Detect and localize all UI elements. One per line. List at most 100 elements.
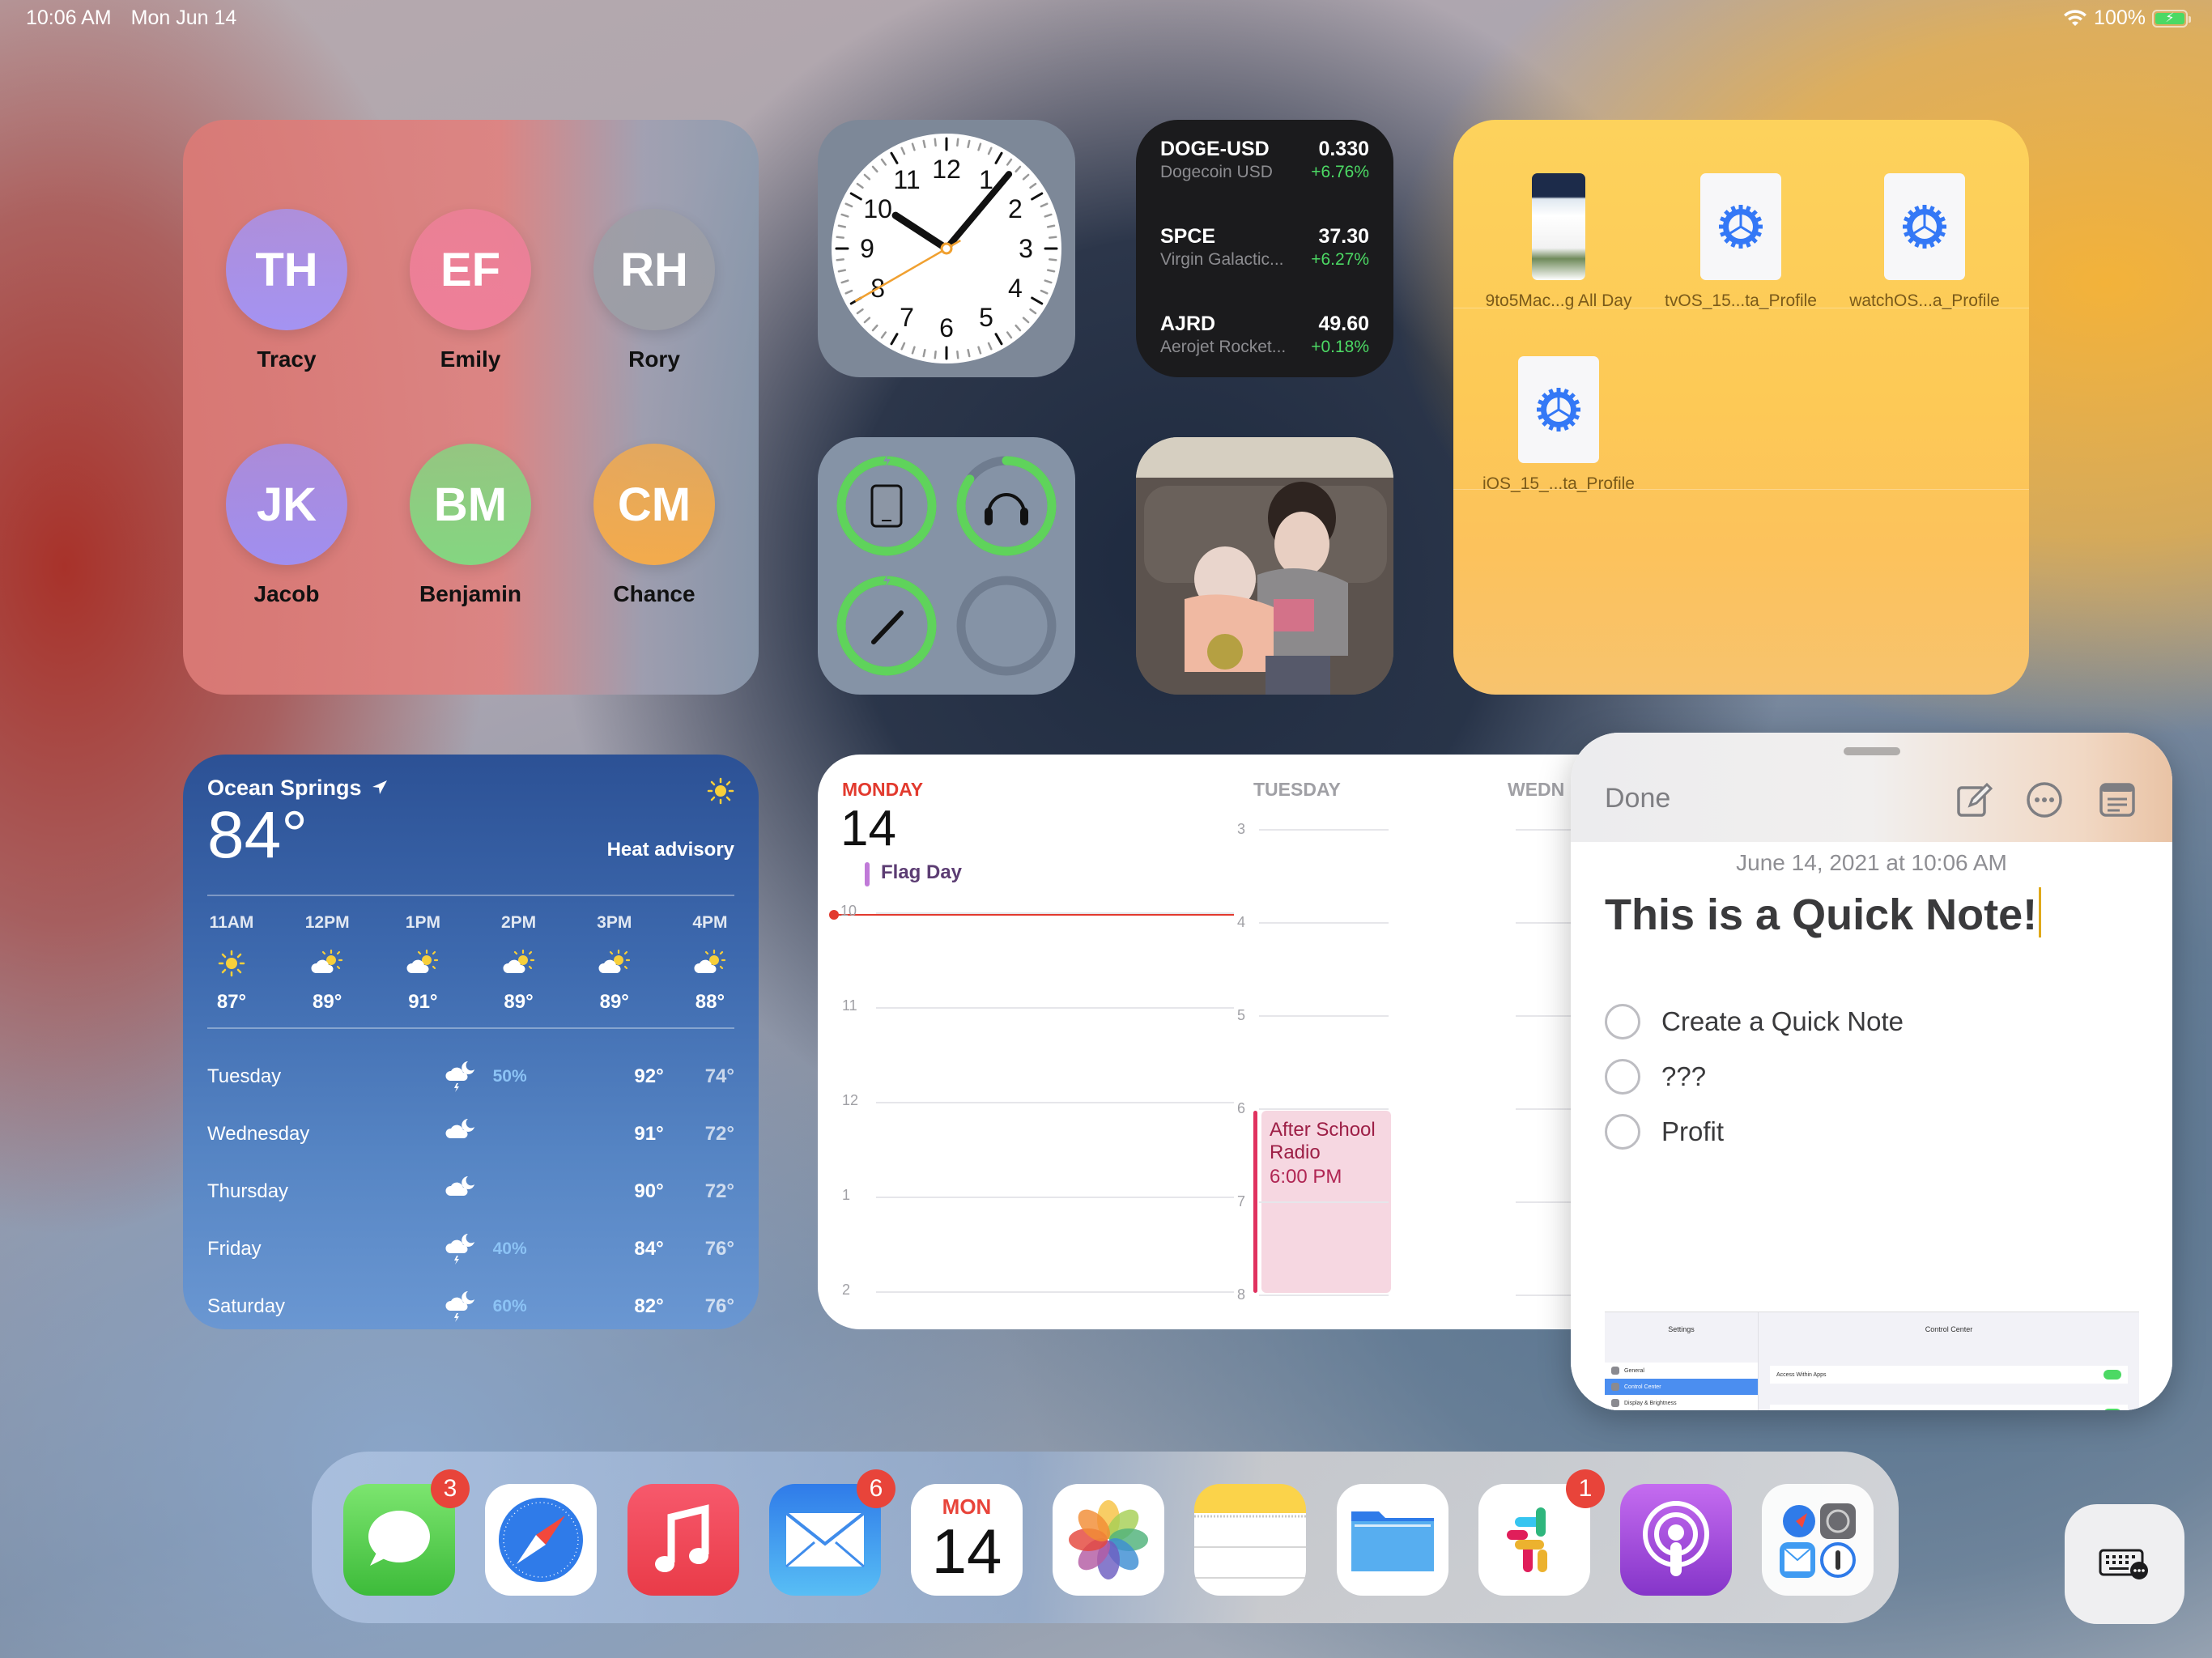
clock-tick <box>956 138 959 147</box>
contact-chance[interactable]: CM Chance <box>573 444 735 607</box>
compose-icon[interactable] <box>1955 781 1993 818</box>
weather-widget[interactable]: Ocean Springs 84° Heat advisory 11AM 87° 1… <box>183 755 759 1329</box>
hour-label: 2PM <box>500 913 537 932</box>
thunderstorm-night-icon <box>440 1290 483 1324</box>
quick-note-toolbar: Done <box>1571 733 2172 842</box>
clock-tick <box>837 269 847 273</box>
clock-tick <box>922 348 926 358</box>
partly-cloudy-icon <box>398 944 447 983</box>
clock-widget[interactable]: 121234567891011 <box>818 120 1075 377</box>
all-day-event[interactable]: Flag Day <box>881 861 962 884</box>
clock-face: 121234567891011 <box>832 134 1061 363</box>
partly-cloudy-icon <box>495 944 543 983</box>
file-item[interactable]: tvOS_15...ta_Profile <box>1652 173 1830 311</box>
location-arrow-icon <box>372 780 388 794</box>
music-note-icon <box>627 1484 739 1596</box>
done-button[interactable]: Done <box>1605 783 1670 814</box>
show-all-notes-icon[interactable] <box>2099 781 2136 818</box>
checklist-item[interactable]: Create a Quick Note <box>1605 1004 1904 1039</box>
dock-app-music[interactable] <box>627 1484 739 1596</box>
settings-row-icon <box>1611 1367 1619 1375</box>
hour-label: 8 <box>1237 1286 1246 1303</box>
note-body[interactable]: June 14, 2021 at 10:06 AM This is a Quic… <box>1571 842 2172 1410</box>
dock-app-calendar[interactable]: MON 14 <box>911 1484 1023 1596</box>
stock-right: 0.330 +6.76% <box>1311 138 1369 225</box>
attached-screenshot[interactable]: Settings General Control Center Display & … <box>1605 1312 2139 1410</box>
hour-label: 12 <box>842 1092 859 1108</box>
files-widget[interactable]: 9to5Mac...g All Day tvOS_15...ta_Profile w… <box>1453 120 2029 695</box>
more-options-icon[interactable] <box>2026 781 2063 818</box>
stock-price: 37.30 <box>1318 225 1369 248</box>
calendar-widget[interactable]: MONDAY 14 Flag Day TUESDAY WEDN After Sc… <box>818 755 1603 1329</box>
file-item[interactable]: iOS_15_...ta_Profile <box>1470 356 1648 494</box>
clock-tick <box>837 224 847 228</box>
status-time: 10:06 AM <box>26 6 112 29</box>
stock-row[interactable]: AJRD Aerojet Rocket... 49.60 +0.18% <box>1160 312 1369 377</box>
app-folder-icon <box>1762 1484 1874 1596</box>
checklist-item[interactable]: Profit <box>1605 1114 1724 1150</box>
hour-label: 1PM <box>405 913 440 932</box>
keyboard-more-icon <box>2099 1549 2148 1579</box>
stock-symbol: DOGE-USD <box>1160 138 1270 160</box>
contact-jacob[interactable]: JK Jacob <box>206 444 368 607</box>
stock-row[interactable]: DOGE-USD Dogecoin USD 0.330 +6.76% <box>1160 138 1369 225</box>
checklist-item[interactable]: ??? <box>1605 1059 1706 1095</box>
text-caret <box>2039 887 2042 937</box>
notification-badge: 3 <box>431 1469 470 1508</box>
clock-tick <box>836 236 844 239</box>
dock-app-mail[interactable]: 6 <box>769 1469 895 1596</box>
stock-change: +6.76% <box>1311 163 1369 181</box>
daily-row: Saturday 60% 82° 76° <box>207 1278 734 1329</box>
hour-label: 11 <box>842 997 857 1014</box>
high-temp: 82° <box>634 1295 664 1317</box>
contact-name: Chance <box>613 581 696 606</box>
stock-symbol: AJRD <box>1160 312 1216 335</box>
precip-chance: 50% <box>492 1066 527 1086</box>
dock-app-messages[interactable]: 3 <box>343 1469 470 1596</box>
quick-note-window[interactable]: Done June 14, 2021 at 10:06 AM This is a… <box>1571 733 2172 1410</box>
city-name: Ocean Springs <box>207 776 362 800</box>
checkbox[interactable] <box>1605 1004 1640 1039</box>
hour-label: 7 <box>1237 1193 1246 1209</box>
daily-forecast: Tuesday 50% 92° 74° Wednesday 91° 72° Thursday 9… <box>207 1048 734 1329</box>
dock-app-photos[interactable] <box>1053 1484 1164 1596</box>
dock-app-slack[interactable]: 1 <box>1478 1469 1605 1596</box>
contact-tracy[interactable]: TH Tracy <box>206 209 368 372</box>
contact-benjamin[interactable]: BM Benjamin <box>389 444 551 607</box>
stock-symbol: SPCE <box>1160 225 1216 248</box>
file-item[interactable]: 9to5Mac...g All Day <box>1470 173 1648 311</box>
hour-line <box>1259 922 1389 924</box>
weather-location: Ocean Springs <box>207 776 734 801</box>
dock-app-notes[interactable] <box>1194 1484 1306 1596</box>
clock-numeral: 9 <box>860 234 874 263</box>
batteries-widget[interactable] <box>818 437 1075 695</box>
contacts-widget[interactable]: TH Tracy EF Emily RH Rory JK Jacob BM Benjamin CM C… <box>183 120 759 695</box>
webpage-thumbnail <box>1532 173 1585 280</box>
note-title[interactable]: This is a Quick Note! <box>1605 887 2042 940</box>
dock-app-files[interactable] <box>1337 1484 1448 1596</box>
calendar-icon: MON 14 <box>911 1484 1023 1596</box>
stock-row[interactable]: SPCE Virgin Galactic... 37.30 +6.27% <box>1160 225 1369 312</box>
dock-app-podcasts[interactable] <box>1620 1484 1732 1596</box>
drag-handle[interactable] <box>1844 747 1900 755</box>
stocks-widget[interactable]: DOGE-USD Dogecoin USD 0.330 +6.76% SPCE Virgi… <box>1136 120 1393 377</box>
clock-numeral: 10 <box>863 194 892 223</box>
checkbox[interactable] <box>1605 1059 1640 1095</box>
hour-label: 12PM <box>304 913 350 932</box>
file-item[interactable]: watchOS...a_Profile <box>1836 173 2014 311</box>
keyboard-button[interactable] <box>2065 1504 2184 1624</box>
headphones-icon <box>987 493 1026 515</box>
contact-rory[interactable]: RH Rory <box>573 209 735 372</box>
low-temp: 74° <box>704 1065 734 1087</box>
dock-app-app-library-folder[interactable] <box>1762 1484 1874 1596</box>
contact-emily[interactable]: EF Emily <box>389 209 551 372</box>
photo-widget[interactable] <box>1136 437 1393 695</box>
clock-tick <box>934 351 937 359</box>
hour-temp: 91° <box>408 991 438 1013</box>
checkbox[interactable] <box>1605 1114 1640 1150</box>
screenshot-sidebar-label: General <box>1624 1367 1644 1374</box>
safari-icon <box>485 1484 597 1596</box>
thunderstorm-night-icon <box>440 1060 483 1094</box>
dock-app-safari[interactable] <box>485 1484 597 1596</box>
clock-tick <box>934 138 937 147</box>
